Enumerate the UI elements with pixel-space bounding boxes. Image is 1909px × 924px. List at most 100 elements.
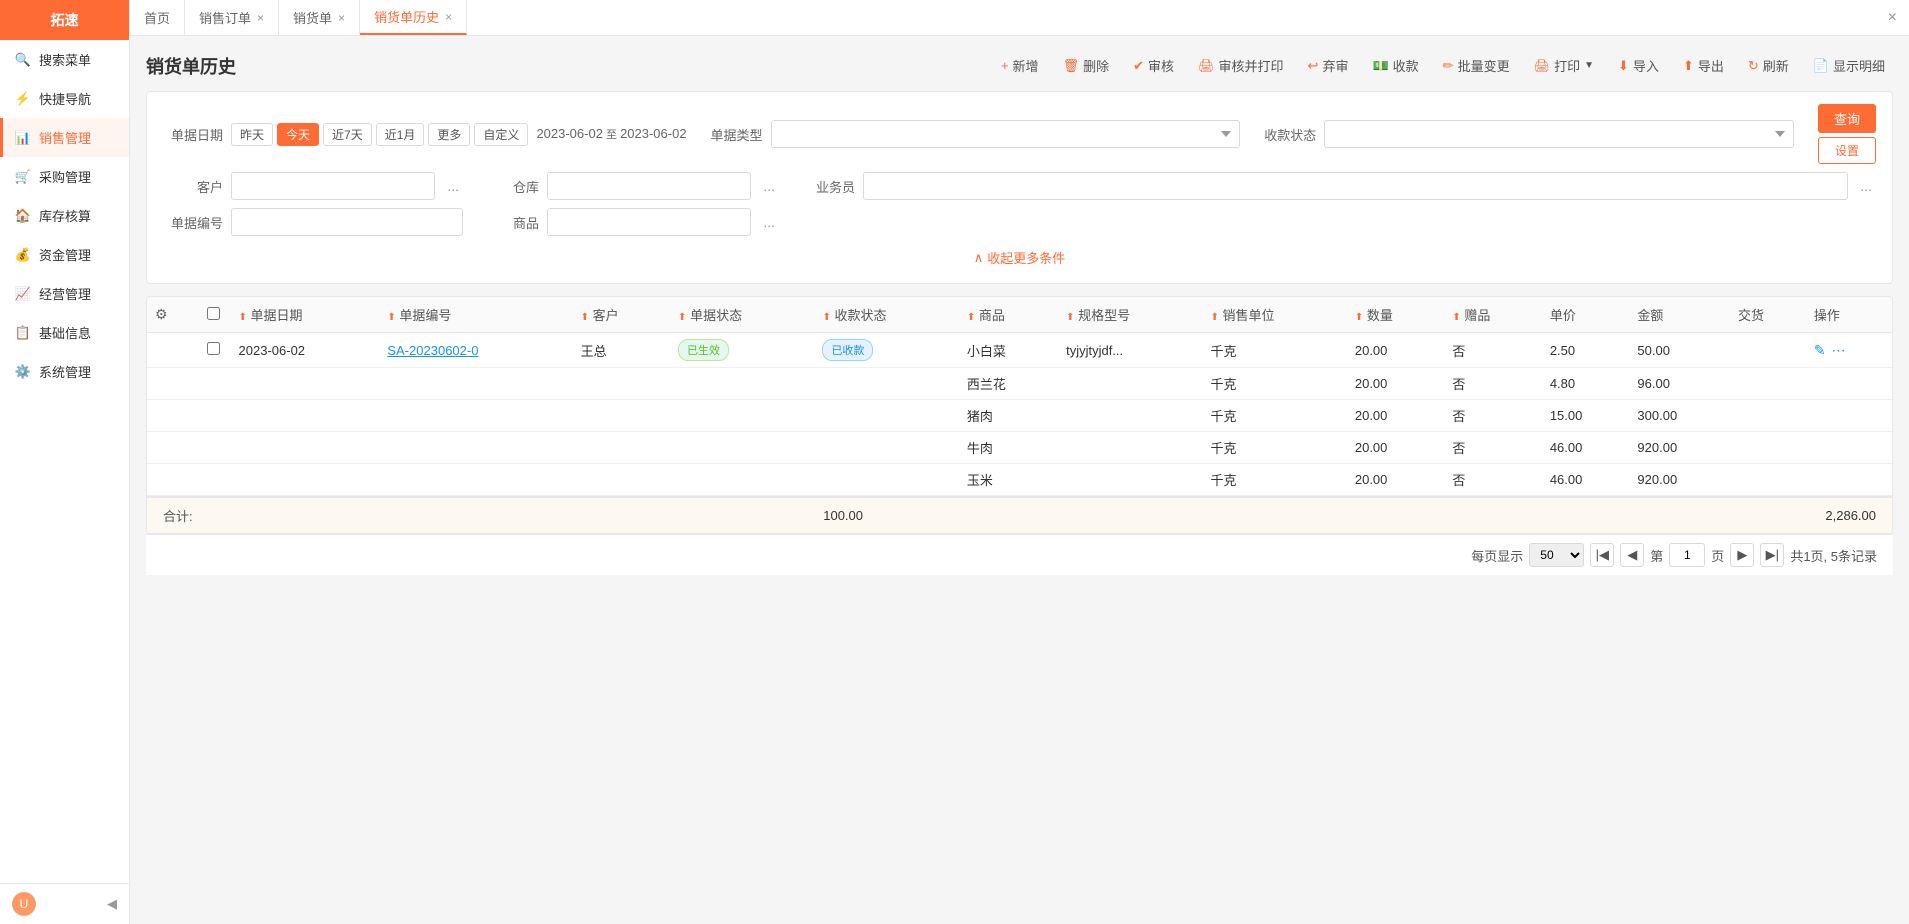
detail-icon: 📄 — [1813, 58, 1829, 74]
delete-button[interactable]: 🗑 删除 — [1055, 52, 1118, 79]
sidebar-item-inventory-calc[interactable]: 🏠 库存核算 — [0, 196, 129, 235]
prev-page-button[interactable]: ◀ — [1620, 543, 1644, 567]
row-goods: 西兰花 — [959, 368, 1058, 400]
first-page-button[interactable]: |◀ — [1590, 543, 1614, 567]
filter-warehouse-input[interactable] — [547, 172, 751, 200]
date-btn-1month[interactable]: 近1月 — [376, 123, 425, 146]
sidebar-item-fund-mgmt[interactable]: 💰 资金管理 — [0, 235, 129, 274]
tab-bar-close-all[interactable]: × — [1888, 9, 1909, 27]
filter-doc-type-select[interactable] — [771, 120, 1241, 148]
total-amount: 2,286.00 — [1825, 508, 1876, 523]
tab-home[interactable]: 首页 — [130, 0, 185, 35]
row-doc-no-link[interactable]: SA-20230602-0 — [387, 343, 478, 358]
tab-sales-delivery[interactable]: 销货单 × — [279, 0, 360, 35]
tab-sales-order[interactable]: 销售订单 × — [185, 0, 279, 35]
export-button[interactable]: ⬆ 导出 — [1675, 52, 1732, 79]
cart-icon: 🛒 — [15, 169, 31, 185]
row-collect-status: 已收款 — [814, 333, 958, 368]
col-collect-status[interactable]: ⬆ 收款状态 — [814, 297, 958, 333]
tab-sales-history-close[interactable]: × — [445, 10, 452, 24]
col-gift[interactable]: ⬆ 赠品 — [1444, 297, 1541, 333]
row-collect-status — [814, 400, 958, 432]
per-page-select[interactable]: 50 100 200 — [1529, 543, 1584, 567]
col-settings[interactable]: ⚙ — [147, 297, 199, 333]
row-goods: 玉米 — [959, 464, 1058, 496]
tab-sales-delivery-close[interactable]: × — [338, 11, 345, 25]
col-doc-date[interactable]: ⬆ 单据日期 — [231, 297, 380, 333]
row-doc-status — [670, 400, 814, 432]
page-number-input[interactable] — [1669, 543, 1705, 567]
total-info: 共1页, 5条记录 — [1790, 546, 1877, 565]
show-detail-button[interactable]: 📄 显示明细 — [1805, 52, 1893, 79]
row-checkbox[interactable] — [207, 342, 220, 355]
filter-collapse-button[interactable]: ∧ 收起更多条件 — [163, 244, 1876, 271]
sidebar-collapse-button[interactable]: ◀ — [107, 896, 117, 912]
sidebar-item-sales-mgmt[interactable]: 📊 销售管理 — [0, 118, 129, 157]
select-all-checkbox[interactable] — [207, 307, 220, 320]
col-unit-price: 单价 — [1542, 297, 1630, 333]
col-spec[interactable]: ⬆ 规格型号 — [1058, 297, 1202, 333]
next-page-button[interactable]: ▶ — [1730, 543, 1754, 567]
settings-button[interactable]: 设置 — [1818, 137, 1876, 164]
row-settings-cell — [147, 464, 199, 496]
date-range-group: 昨天 今天 近7天 近1月 更多 自定义 — [231, 123, 528, 146]
print-icon: 🖨 — [1534, 58, 1551, 74]
batch-change-button[interactable]: ✏ 批量变更 — [1435, 52, 1518, 79]
sidebar-item-purchase-mgmt[interactable]: 🛒 采购管理 — [0, 157, 129, 196]
date-btn-7days[interactable]: 近7天 — [323, 123, 372, 146]
collect-icon: 💵 — [1372, 58, 1388, 74]
sort-icon: ⬆ — [967, 312, 975, 323]
date-btn-custom[interactable]: 自定义 — [474, 123, 528, 146]
refresh-button[interactable]: ↻ 刷新 — [1740, 52, 1797, 79]
salesperson-ellipsis[interactable]: ... — [1856, 178, 1876, 194]
tab-sales-delivery-label: 销货单 — [293, 8, 332, 27]
warehouse-ellipsis[interactable]: ... — [759, 178, 779, 194]
query-button[interactable]: 查询 — [1818, 104, 1876, 133]
col-doc-status[interactable]: ⬆ 单据状态 — [670, 297, 814, 333]
import-button[interactable]: ⬇ 导入 — [1610, 52, 1667, 79]
tab-bar: 首页 销售订单 × 销货单 × 销货单历史 × × — [130, 0, 1909, 36]
col-goods[interactable]: ⬆ 商品 — [959, 297, 1058, 333]
customer-ellipsis[interactable]: ... — [443, 178, 463, 194]
row-quantity: 20.00 — [1347, 432, 1444, 464]
goods-ellipsis[interactable]: ... — [759, 214, 779, 230]
row-quantity: 20.00 — [1347, 400, 1444, 432]
col-customer[interactable]: ⬆ 客户 — [573, 297, 670, 333]
col-doc-no[interactable]: ⬆ 单据编号 — [379, 297, 572, 333]
row-unit: 千克 — [1202, 400, 1346, 432]
gear-icon: ⚙️ — [15, 364, 31, 380]
filter-collect-status-select[interactable] — [1324, 120, 1794, 148]
row-quantity: 20.00 — [1347, 333, 1444, 368]
sidebar-item-search-menu[interactable]: 🔍 搜索菜单 — [0, 40, 129, 79]
collect-button[interactable]: 💵 收款 — [1364, 52, 1426, 79]
abandon-button[interactable]: ↩ 弃审 — [1300, 52, 1357, 79]
audit-print-button[interactable]: 🖨 审核并打印 — [1190, 52, 1292, 79]
row-spec — [1058, 368, 1202, 400]
date-range-from-to: 2023-06-02 至 2023-06-02 — [536, 126, 686, 142]
col-unit[interactable]: ⬆ 销售单位 — [1202, 297, 1346, 333]
row-goods: 猪肉 — [959, 400, 1058, 432]
date-btn-more[interactable]: 更多 — [428, 123, 470, 146]
last-page-button[interactable]: ▶| — [1760, 543, 1784, 567]
edit-icon[interactable]: ✎ — [1814, 342, 1826, 359]
sidebar-item-sys-mgmt[interactable]: ⚙️ 系统管理 — [0, 352, 129, 391]
tab-sales-order-close[interactable]: × — [257, 11, 264, 25]
col-quantity[interactable]: ⬆ 数量 — [1347, 297, 1444, 333]
print-button[interactable]: 🖨 打印 ▼ — [1526, 52, 1602, 79]
filter-goods-input[interactable] — [547, 208, 751, 236]
table-body: 2023-06-02SA-20230602-0王总已生效已收款小白菜tyjyjt… — [147, 333, 1892, 496]
filter-docno-input[interactable] — [231, 208, 463, 236]
sidebar-item-quick-nav[interactable]: ⚡ 快捷导航 — [0, 79, 129, 118]
row-doc-no — [379, 432, 572, 464]
sidebar-item-basic-info[interactable]: 📋 基础信息 — [0, 313, 129, 352]
tab-sales-history[interactable]: 销货单历史 × — [360, 0, 467, 35]
filter-salesperson-input[interactable] — [863, 172, 1848, 200]
sidebar-item-operation-mgmt[interactable]: 📈 经营管理 — [0, 274, 129, 313]
audit-button[interactable]: ✔ 审核 — [1125, 52, 1182, 79]
more-icon[interactable]: ⋯ — [1832, 342, 1846, 359]
filter-customer-input[interactable] — [231, 172, 435, 200]
settings-col-icon[interactable]: ⚙ — [155, 306, 168, 322]
date-btn-today[interactable]: 今天 — [277, 123, 319, 146]
new-button[interactable]: + 新增 — [993, 52, 1047, 79]
date-btn-yesterday[interactable]: 昨天 — [231, 123, 273, 146]
